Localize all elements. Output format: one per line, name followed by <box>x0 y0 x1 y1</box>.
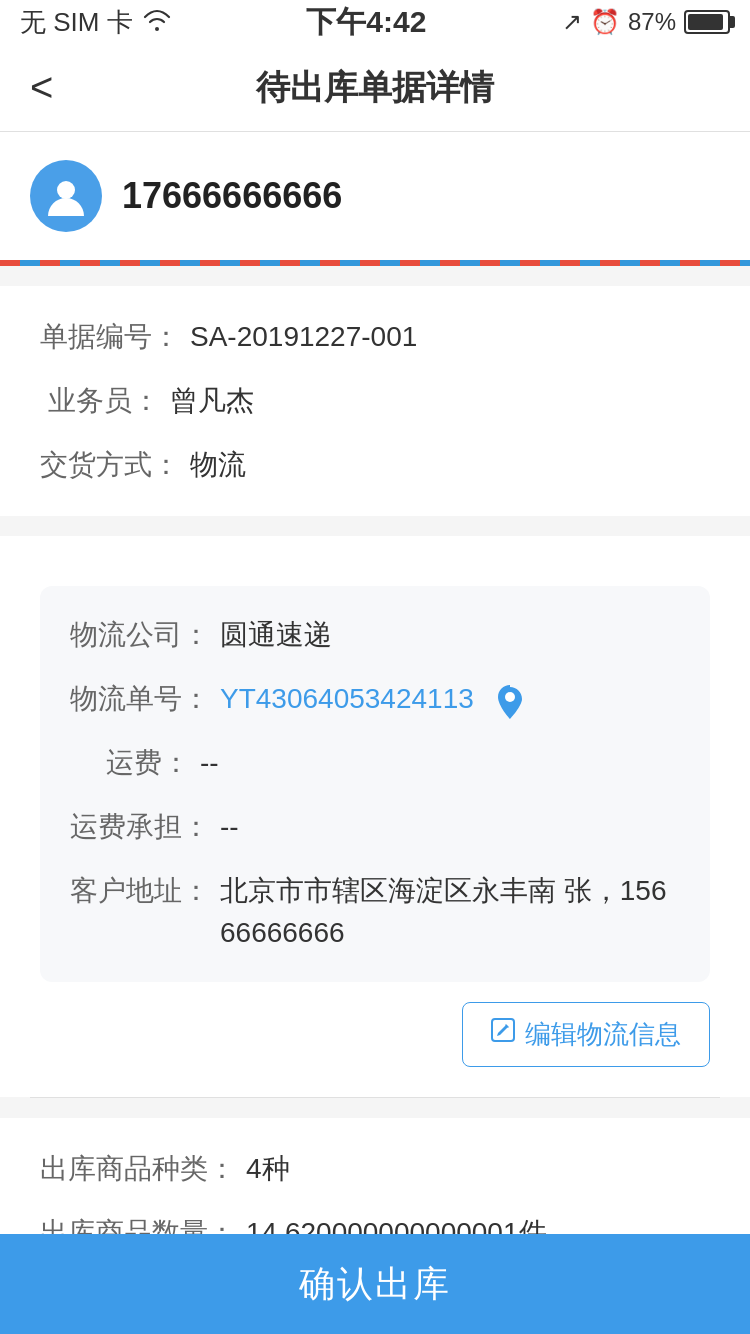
edit-icon <box>491 1018 517 1051</box>
customer-header: 17666666666 <box>0 132 750 260</box>
dashed-separator <box>0 260 750 266</box>
svg-point-0 <box>57 181 75 199</box>
address-label: 客户地址： <box>70 870 220 912</box>
confirm-outbound-button[interactable]: 确认出库 <box>0 1234 750 1334</box>
status-bar: 无 SIM 卡 下午4:42 ↗ ⏰ 87% <box>0 0 750 44</box>
wifi-icon <box>143 7 171 38</box>
types-label: 出库商品种类： <box>40 1148 246 1190</box>
salesperson-label: 业务员： <box>40 380 170 422</box>
battery-percent: 87% <box>628 8 676 36</box>
section-divider <box>30 1097 720 1098</box>
company-label: 物流公司： <box>70 614 220 656</box>
time-display: 下午4:42 <box>306 2 426 43</box>
svg-point-1 <box>505 692 515 702</box>
confirm-button-wrapper: 确认出库 <box>0 1234 750 1334</box>
order-info-section: 单据编号： SA-20191227-001 业务员： 曾凡杰 交货方式： 物流 <box>0 286 750 516</box>
salesperson-row: 业务员： 曾凡杰 <box>40 380 710 422</box>
logistics-section: 物流公司： 圆通速递 物流单号： YT43064053424113 运费： --… <box>0 536 750 1097</box>
nav-bar: < 待出库单据详情 <box>0 44 750 132</box>
location-arrow-icon: ↗ <box>562 8 582 36</box>
tracking-row: 物流单号： YT43064053424113 <box>70 678 680 720</box>
alarm-icon: ⏰ <box>590 8 620 36</box>
tracking-value: YT43064053424113 <box>220 678 680 720</box>
battery-icon <box>684 10 730 34</box>
customer-phone: 17666666666 <box>122 175 342 217</box>
types-value: 4种 <box>246 1148 710 1190</box>
company-value: 圆通速递 <box>220 614 680 656</box>
delivery-label: 交货方式： <box>40 444 190 486</box>
status-left: 无 SIM 卡 <box>20 5 171 40</box>
freight-label: 运费： <box>70 742 200 784</box>
customer-avatar <box>30 160 102 232</box>
delivery-value: 物流 <box>190 444 710 486</box>
edit-logistics-button[interactable]: 编辑物流信息 <box>462 1002 710 1067</box>
map-pin-icon[interactable] <box>492 683 528 719</box>
edit-logistics-wrapper: 编辑物流信息 <box>40 1002 710 1067</box>
salesperson-value: 曾凡杰 <box>170 380 710 422</box>
types-row: 出库商品种类： 4种 <box>40 1148 710 1190</box>
order-no-row: 单据编号： SA-20191227-001 <box>40 316 710 358</box>
order-no-value: SA-20191227-001 <box>190 316 710 358</box>
freight-bearer-row: 运费承担： -- <box>70 806 680 848</box>
address-value: 北京市市辖区海淀区永丰南 张，156 66666666 <box>220 870 680 954</box>
freight-bearer-label: 运费承担： <box>70 806 220 848</box>
freight-bearer-value: -- <box>220 806 680 848</box>
address-row: 客户地址： 北京市市辖区海淀区永丰南 张，156 66666666 <box>70 870 680 954</box>
page-title: 待出库单据详情 <box>256 65 494 111</box>
company-row: 物流公司： 圆通速递 <box>70 614 680 656</box>
order-no-label: 单据编号： <box>40 316 190 358</box>
back-button[interactable]: < <box>30 65 53 110</box>
freight-row: 运费： -- <box>70 742 680 784</box>
delivery-row: 交货方式： 物流 <box>40 444 710 486</box>
logistics-card: 物流公司： 圆通速递 物流单号： YT43064053424113 运费： --… <box>40 586 710 982</box>
person-icon <box>44 174 88 218</box>
status-right: ↗ ⏰ 87% <box>562 8 730 36</box>
carrier-text: 无 SIM 卡 <box>20 5 133 40</box>
freight-value: -- <box>200 742 680 784</box>
tracking-label: 物流单号： <box>70 678 220 720</box>
edit-logistics-label: 编辑物流信息 <box>525 1017 681 1052</box>
